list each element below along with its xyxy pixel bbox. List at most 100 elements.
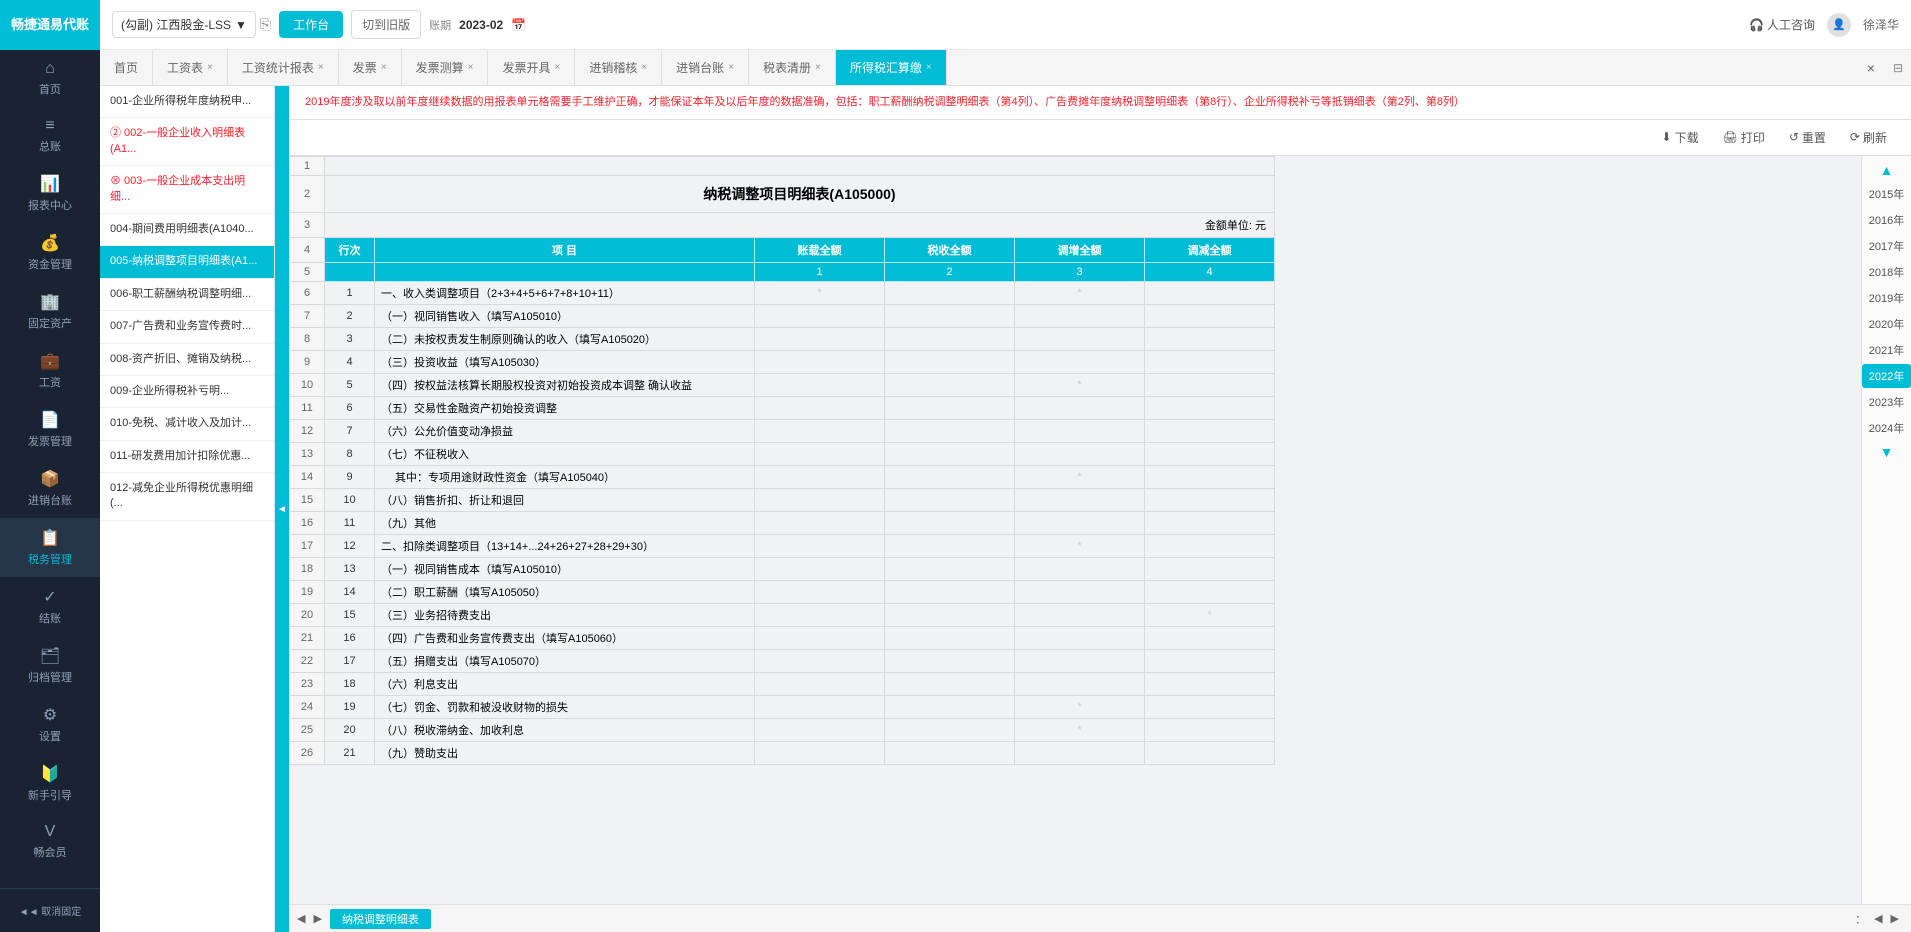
sidebar-item-assets[interactable]: 💰 资金管理	[0, 223, 100, 282]
year-2023[interactable]: 2023年	[1862, 390, 1911, 414]
scroll-h-left[interactable]: ◀	[1874, 912, 1882, 925]
sidebar-item-guide[interactable]: 🔰 新手引导	[0, 754, 100, 813]
sidebar-item-tax[interactable]: 📋 税务管理	[0, 518, 100, 577]
col-3: 调增全额	[1015, 237, 1145, 262]
tab-home[interactable]: 首页	[100, 50, 153, 86]
tab-stock-check-close[interactable]: ×	[641, 62, 647, 73]
tab-invoice-calc[interactable]: 发票测算 ×	[402, 50, 489, 86]
calendar-icon[interactable]: 📅	[511, 18, 526, 32]
year-nav-up[interactable]: ▲	[1878, 160, 1896, 180]
collapse-button[interactable]: ◄◄ 取消固定	[8, 897, 92, 924]
year-2020[interactable]: 2020年	[1862, 312, 1911, 336]
download-icon: ⬇	[1662, 130, 1672, 144]
company-selector[interactable]: (勾副) 江西股金-LSS ▼	[112, 11, 256, 38]
year-2019[interactable]: 2019年	[1862, 286, 1911, 310]
tab-invoice[interactable]: 发票 ×	[339, 50, 402, 86]
sidebar-item-settings[interactable]: ⚙ 设置	[0, 695, 100, 754]
year-2024[interactable]: 2024年	[1862, 416, 1911, 440]
left-item-007[interactable]: 007-广告费和业务宣传费时...	[100, 311, 274, 343]
tab-tax-clear[interactable]: 税表清册 ×	[749, 50, 836, 86]
pin-button[interactable]: ⊟	[1885, 61, 1911, 75]
left-item-010[interactable]: 010-免税、减计收入及加计...	[100, 408, 274, 440]
left-item-009[interactable]: 009-企业所得税补亏明...	[100, 376, 274, 408]
year-2018[interactable]: 2018年	[1862, 260, 1911, 284]
col-1-num: 1	[755, 262, 885, 281]
sidebar-item-member[interactable]: V 畅会员	[0, 813, 100, 870]
reset-button[interactable]: ↺ 重置	[1781, 126, 1834, 149]
year-2022[interactable]: 2022年	[1862, 364, 1911, 388]
service-link[interactable]: 🎧 人工咨询	[1749, 16, 1815, 33]
left-item-006[interactable]: 006-职工薪酬纳税调整明细...	[100, 279, 274, 311]
table-row: 3 金额单位: 元	[290, 212, 1275, 237]
sidebar-item-ledger[interactable]: ≡ 总账	[0, 107, 100, 164]
print-button[interactable]: 🖨 打印	[1715, 126, 1773, 149]
tab-income-tax-label: 所得税汇算缴	[850, 59, 922, 76]
sidebar-item-report[interactable]: 📊 报表中心	[0, 164, 100, 223]
left-item-001[interactable]: 001-企业所得税年度纳税申...	[100, 86, 274, 118]
sidebar-item-archive[interactable]: 🗂 归档管理	[0, 636, 100, 695]
archive-icon: 🗂	[40, 646, 60, 666]
copy-icon[interactable]: ⎘	[260, 16, 271, 33]
sidebar-item-invoice[interactable]: 📄 发票管理	[0, 400, 100, 459]
tab-invoice-open[interactable]: 发票开具 ×	[488, 50, 575, 86]
workbench-button[interactable]: 工作台	[279, 11, 343, 38]
user-avatar[interactable]: 👤	[1827, 13, 1851, 37]
year-2015[interactable]: 2015年	[1862, 182, 1911, 206]
sidebar-item-invoice-label: 发票管理	[28, 433, 72, 449]
tab-stock-ledger[interactable]: 进销台账 ×	[662, 50, 749, 86]
left-item-004[interactable]: 004-期间费用明细表(A1040...	[100, 214, 274, 246]
scroll-h-right[interactable]: ▶	[1891, 912, 1899, 925]
year-2021[interactable]: 2021年	[1862, 338, 1911, 362]
bottom-sheet-tab[interactable]: 纳税调整明细表	[330, 909, 431, 929]
company-info: (勾副) 江西股金-LSS ▼ ⎘	[112, 11, 271, 38]
tab-income-tax-close[interactable]: ×	[926, 62, 932, 73]
left-item-002[interactable]: ② 002-一般企业收入明细表(A1...	[100, 118, 274, 166]
tab-salary[interactable]: 工资表 ×	[153, 50, 228, 86]
sidebar-item-salary[interactable]: 💼 工资	[0, 341, 100, 400]
notice-text: 2019年度涉及取以前年度继续数据的用报表单元格需要手工维护正确，才能保证本年及…	[305, 96, 1465, 108]
spreadsheet[interactable]: 1 2 纳税调整项目明细表(A105000) 3 金额单位	[289, 156, 1861, 905]
left-item-011[interactable]: 011-研发费用加计扣除优惠...	[100, 441, 274, 473]
sidebar-item-close[interactable]: ✓ 结账	[0, 577, 100, 636]
app-logo: 畅捷通易代账	[0, 0, 100, 50]
tab-stock-check[interactable]: 进销稽核 ×	[575, 50, 662, 86]
tab-invoice-open-close[interactable]: ×	[554, 62, 560, 73]
sidebar-item-report-label: 报表中心	[28, 197, 72, 213]
assets-icon: 💰	[40, 233, 60, 253]
year-2017[interactable]: 2017年	[1862, 234, 1911, 258]
refresh-button[interactable]: ⟳ 刷新	[1842, 126, 1895, 149]
left-item-012[interactable]: 012-减免企业所得税优惠明细(...	[100, 473, 274, 521]
tab-salary-stat[interactable]: 工资统计报表 ×	[228, 50, 339, 86]
tab-invoice-calc-close[interactable]: ×	[468, 62, 474, 73]
left-item-008[interactable]: 008-资产折旧、摊销及纳税...	[100, 344, 274, 376]
table-row: 21 16 （四）广告费和业务宣传费支出（填写A105060）	[290, 626, 1275, 649]
left-item-005[interactable]: 005-纳税调整项目明细表(A1...	[100, 246, 274, 278]
tab-salary-stat-close[interactable]: ×	[318, 62, 324, 73]
tab-home-label: 首页	[114, 59, 138, 76]
table-row: 16 11 （九）其他	[290, 511, 1275, 534]
sidebar-item-stock[interactable]: 📦 进销台账	[0, 459, 100, 518]
download-button[interactable]: ⬇ 下载	[1654, 126, 1707, 149]
sidebar-item-fixed[interactable]: 🏢 固定资产	[0, 282, 100, 341]
panel-collapse-button[interactable]: ◄	[275, 86, 289, 932]
settings-icon: ⚙	[43, 705, 57, 725]
table-row: 17 12 二、扣除类调整项目（13+14+...24+26+27+28+29+…	[290, 534, 1275, 557]
tab-stock-ledger-close[interactable]: ×	[728, 62, 734, 73]
old-version-button[interactable]: 切到旧版	[351, 10, 421, 39]
table-title: 纳税调整项目明细表(A105000)	[325, 175, 1275, 212]
period-value: 2023-02	[459, 18, 503, 32]
scroll-left[interactable]: ◀	[297, 912, 305, 925]
tab-salary-close[interactable]: ×	[207, 62, 213, 73]
left-item-003[interactable]: ⊗ 003-一般企业成本支出明细...	[100, 166, 274, 214]
year-nav-down[interactable]: ▼	[1878, 442, 1896, 462]
sidebar-item-home[interactable]: ⌂ 首页	[0, 50, 100, 107]
table-row: 6 1 一、收入类调整项目（2+3+4+5+6+7+8+10+11） * *	[290, 281, 1275, 304]
close-all-button[interactable]: ×	[1857, 60, 1885, 76]
scroll-right[interactable]: ▶	[313, 912, 321, 925]
tab-income-tax[interactable]: 所得税汇算缴 ×	[836, 50, 947, 86]
tab-tax-clear-close[interactable]: ×	[815, 62, 821, 73]
left-panel: 001-企业所得税年度纳税申... ② 002-一般企业收入明细表(A1... …	[100, 86, 275, 932]
table-subheader-row: 5 1 2 3 4	[290, 262, 1275, 281]
year-2016[interactable]: 2016年	[1862, 208, 1911, 232]
tab-invoice-close[interactable]: ×	[381, 62, 387, 73]
